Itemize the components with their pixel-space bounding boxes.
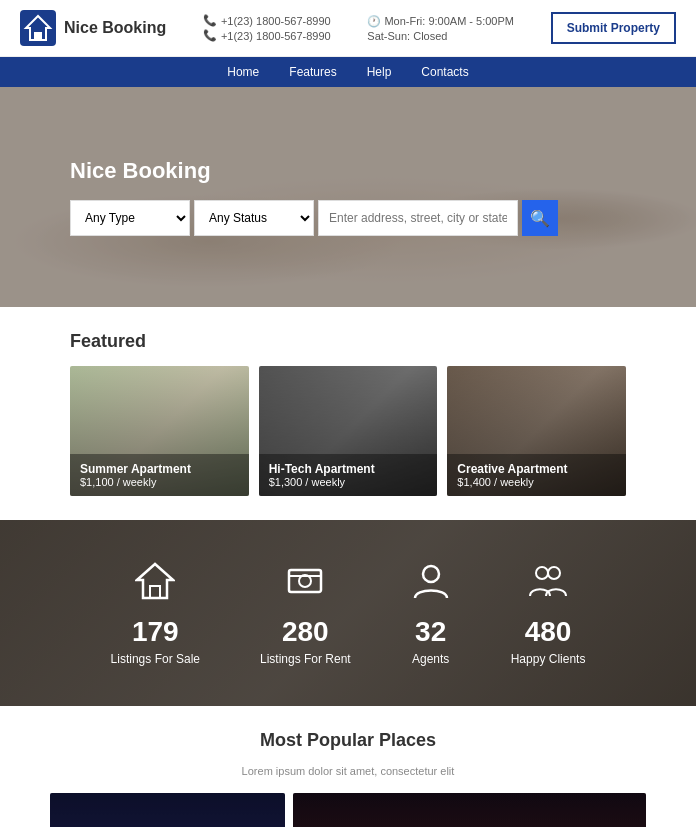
card-info-2: Hi-Tech Apartment $1,300 / weekly [259,454,438,496]
places-section: Most Popular Places Lorem ipsum dolor si… [0,706,696,827]
contact-info: +1(23) 1800-567-8990 +1(23) 1800-567-899… [203,14,331,42]
svg-marker-3 [137,564,173,598]
rent-icon [260,560,351,608]
logo-area: Nice Booking [20,10,166,46]
hero-section: Nice Booking Any Type Apartment House Vi… [0,87,696,307]
stat-number-rent: 280 [260,616,351,648]
nav-contacts[interactable]: Contacts [421,65,468,79]
stat-label-rent: Listings For Rent [260,652,351,666]
places-subtitle: Lorem ipsum dolor sit amet, consectetur … [50,765,646,777]
ny-overlay [50,793,285,827]
card-name-2: Hi-Tech Apartment [269,462,428,476]
type-select[interactable]: Any Type Apartment House Villa [70,200,190,236]
stat-number-clients: 480 [511,616,586,648]
phone-icon-2 [203,29,217,42]
svg-rect-5 [289,570,321,592]
card-price-3: $1,400 / weekly [457,476,616,488]
stat-agents: 32 Agents [411,560,451,666]
svg-point-9 [536,567,548,579]
featured-cards: Summer Apartment $1,100 / weekly Hi-Tech… [70,366,626,496]
lv-overlay [293,793,646,827]
stat-listings-rent: 280 Listings For Rent [260,560,351,666]
property-card-3[interactable]: Creative Apartment $1,400 / weekly [447,366,626,496]
logo-text: Nice Booking [64,19,166,37]
nav-help[interactable]: Help [367,65,392,79]
stats-banner: 179 Listings For Sale 280 Listings For R… [0,520,696,706]
client-icon [511,560,586,608]
hero-content: Nice Booking Any Type Apartment House Vi… [70,158,626,236]
status-select[interactable]: Any Status For Sale For Rent [194,200,314,236]
svg-rect-4 [150,586,160,598]
stat-number-agents: 32 [411,616,451,648]
hero-title: Nice Booking [70,158,626,184]
search-bar: Any Type Apartment House Villa Any Statu… [70,200,626,236]
stat-label-clients: Happy Clients [511,652,586,666]
card-price-2: $1,300 / weekly [269,476,428,488]
hours-weekday: Mon-Fri: 9:00AM - 5:00PM [367,15,514,28]
agent-icon [411,560,451,608]
card-name-1: Summer Apartment [80,462,239,476]
search-input[interactable] [318,200,518,236]
featured-title: Featured [70,331,626,352]
phone-icon [203,14,217,27]
property-card-2[interactable]: Hi-Tech Apartment $1,300 / weekly [259,366,438,496]
place-new-york[interactable]: New York 3 Properties [50,793,285,827]
site-header: Nice Booking +1(23) 1800-567-8990 +1(23)… [0,0,696,57]
property-card-1[interactable]: Summer Apartment $1,100 / weekly [70,366,249,496]
logo-icon [20,10,56,46]
main-nav: Home Features Help Contacts [0,57,696,87]
card-info-3: Creative Apartment $1,400 / weekly [447,454,626,496]
svg-point-10 [548,567,560,579]
featured-section: Featured Summer Apartment $1,100 / weekl… [0,307,696,520]
place-las-vegas[interactable]: Las Vegas 4 Properties [293,793,646,827]
nav-home[interactable]: Home [227,65,259,79]
svg-rect-2 [34,32,42,40]
stat-label-sale: Listings For Sale [111,652,200,666]
submit-property-button[interactable]: Submit Property [551,12,676,44]
places-title: Most Popular Places [50,730,646,751]
phone2: +1(23) 1800-567-8990 [203,29,331,42]
card-name-3: Creative Apartment [457,462,616,476]
stat-clients: 480 Happy Clients [511,560,586,666]
stat-number-sale: 179 [111,616,200,648]
search-button[interactable]: 🔍 [522,200,558,236]
nav-features[interactable]: Features [289,65,336,79]
home-icon [111,560,200,608]
clock-icon [367,15,381,27]
stat-listings-sale: 179 Listings For Sale [111,560,200,666]
svg-point-8 [423,566,439,582]
search-icon: 🔍 [530,209,550,228]
hours-info: Mon-Fri: 9:00AM - 5:00PM Sat-Sun: Closed [367,15,514,42]
phone1: +1(23) 1800-567-8990 [203,14,331,27]
card-price-1: $1,100 / weekly [80,476,239,488]
hours-weekend: Sat-Sun: Closed [367,30,514,42]
card-info-1: Summer Apartment $1,100 / weekly [70,454,249,496]
stat-label-agents: Agents [411,652,451,666]
places-grid-top: New York 3 Properties Las Vegas 4 Proper… [50,793,646,827]
